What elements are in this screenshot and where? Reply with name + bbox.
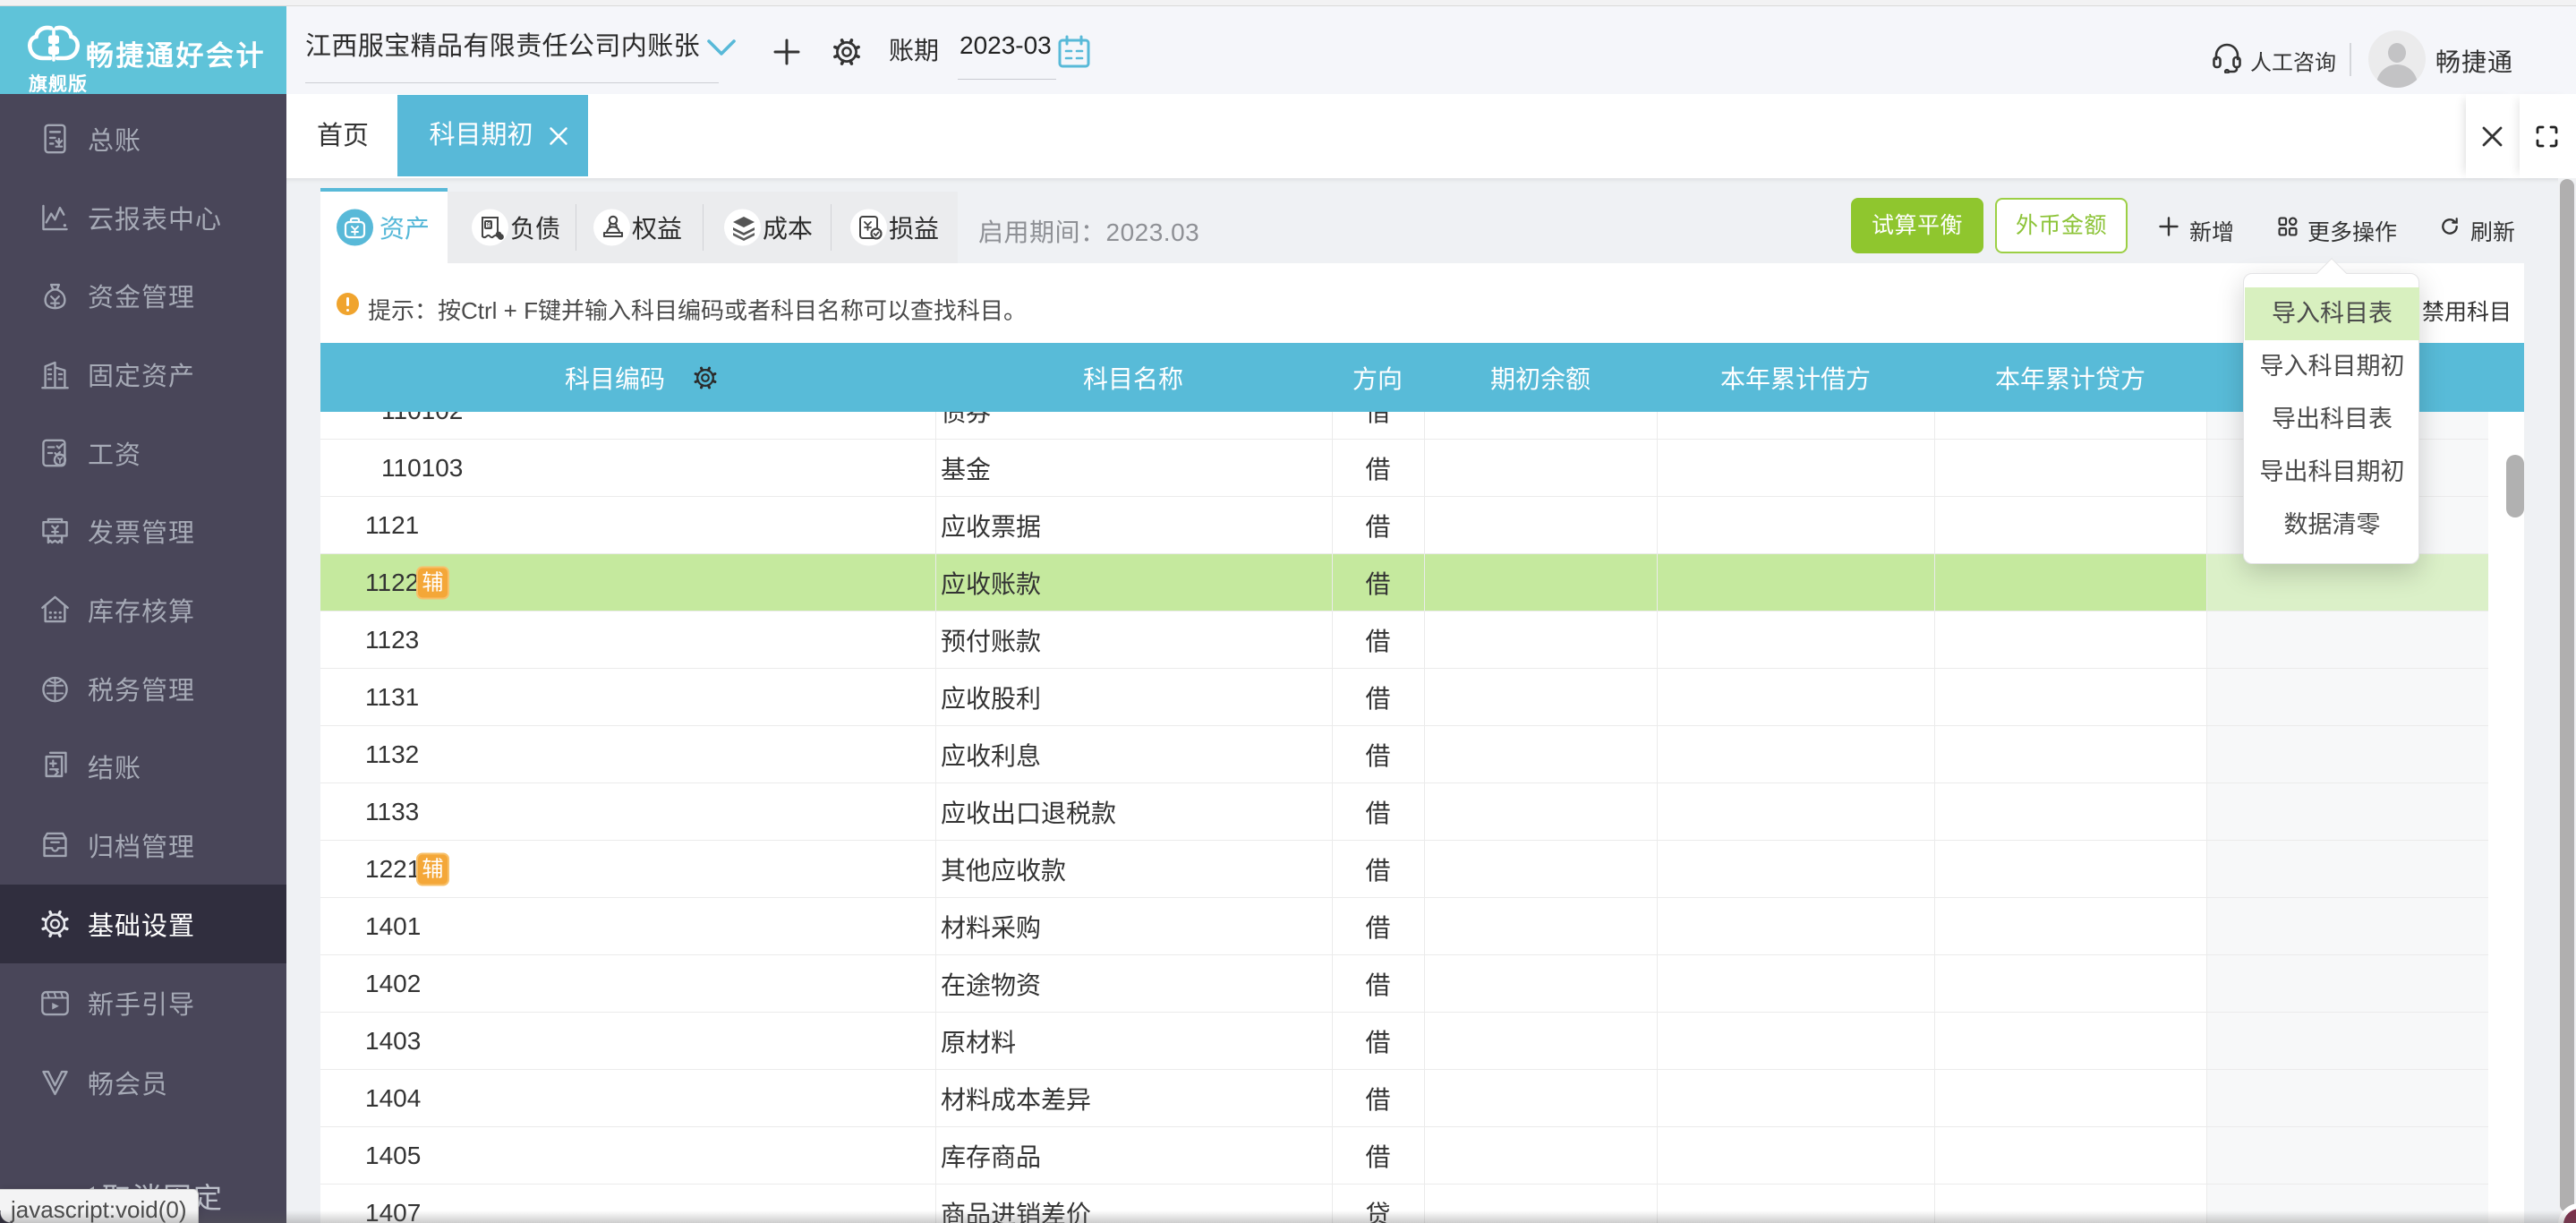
svg-text:负: 负 bbox=[486, 220, 493, 229]
